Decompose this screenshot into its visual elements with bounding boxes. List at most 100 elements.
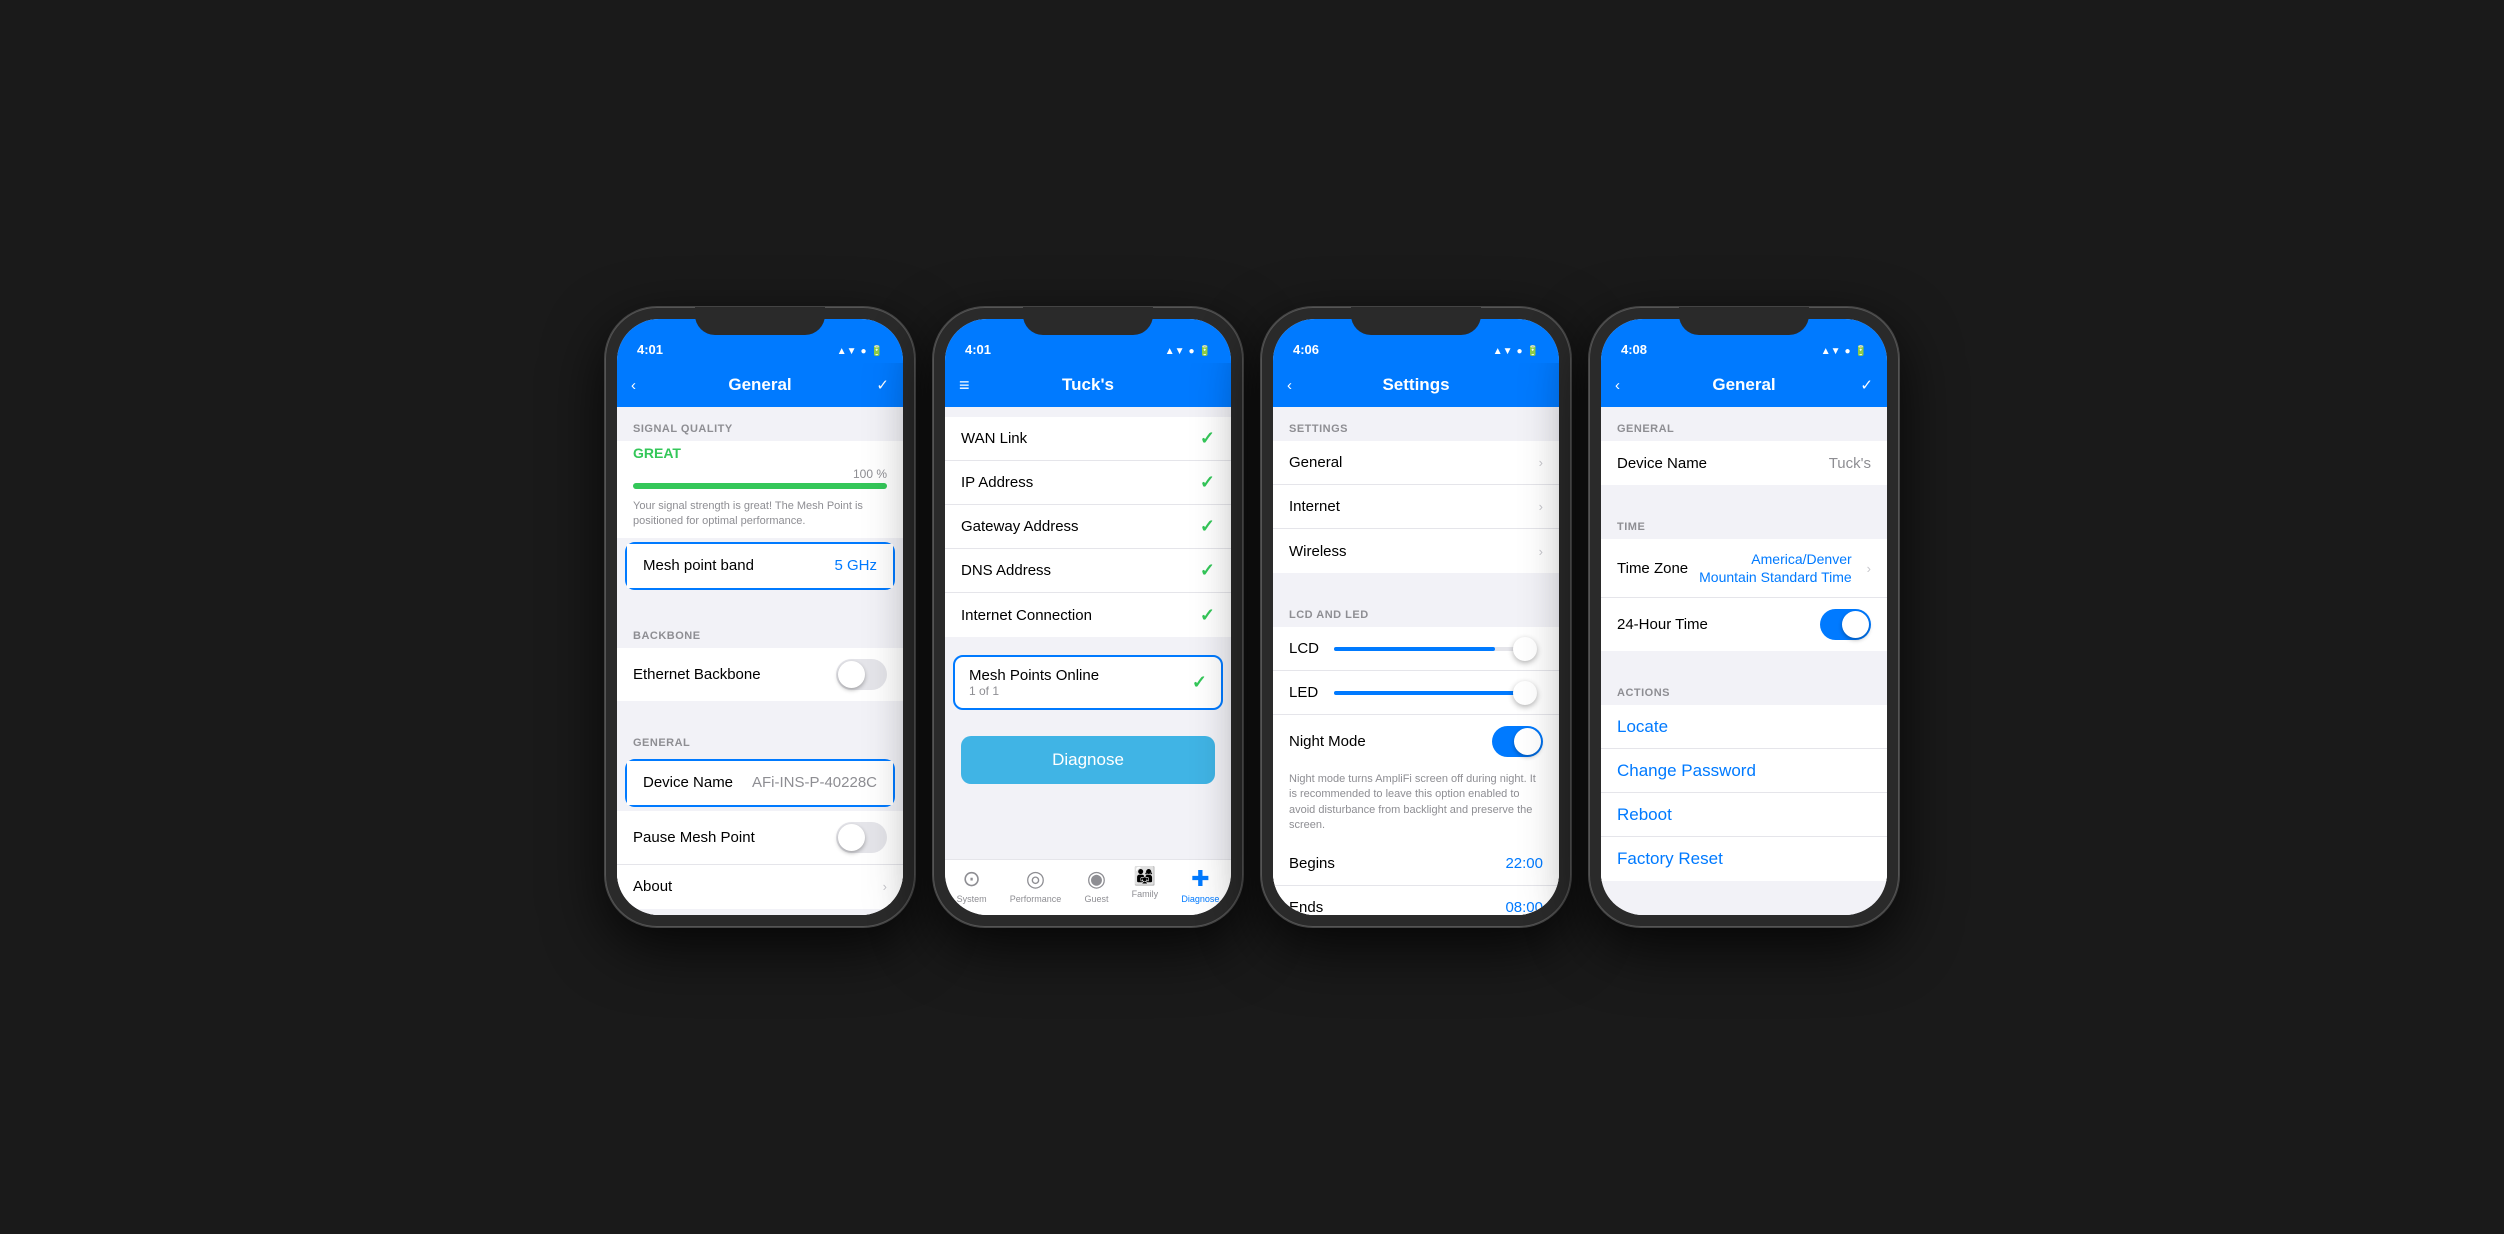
- ip-address-row[interactable]: IP Address ✓: [945, 461, 1231, 505]
- tab-diagnose[interactable]: ✚ Diagnose: [1181, 866, 1219, 904]
- settings-section-header: SETTINGS: [1273, 407, 1559, 441]
- status-time-3: 4:06: [1293, 342, 1319, 357]
- reboot-label: Reboot: [1617, 805, 1672, 825]
- lcd-slider[interactable]: [1334, 647, 1543, 651]
- dns-address-label: DNS Address: [961, 562, 1051, 579]
- progress-bar-track: [633, 483, 887, 489]
- nav-action-1[interactable]: ✓: [876, 376, 889, 394]
- gateway-address-row[interactable]: Gateway Address ✓: [945, 505, 1231, 549]
- internet-connection-row[interactable]: Internet Connection ✓: [945, 593, 1231, 637]
- tab-guest-label: Guest: [1084, 894, 1108, 904]
- internet-row-3[interactable]: Internet ›: [1273, 485, 1559, 529]
- tab-guest[interactable]: ◉ Guest: [1084, 866, 1108, 904]
- general-row-3[interactable]: General ›: [1273, 441, 1559, 485]
- about-chevron: ›: [883, 879, 887, 894]
- mesh-band-row[interactable]: Mesh point band 5 GHz: [627, 544, 893, 588]
- lcd-label-3: LCD: [1289, 640, 1334, 657]
- tab-diagnose-label: Diagnose: [1181, 894, 1219, 904]
- nav-title-2: Tuck's: [1062, 375, 1114, 395]
- phone-2: 4:01 ▲▼ ● 🔋 ≡ Tuck's WAN Link ✓: [933, 307, 1243, 927]
- tab-bar-2: ⊙ System ◎ Performance ◉ Guest 👨‍👩‍👧 Fam…: [945, 859, 1231, 915]
- phones-container: 4:01 ▲▼ ● 🔋 ‹ General ✓ SIGNAL QUALITY G: [605, 307, 1899, 927]
- signal-bars-3: ▲▼: [1493, 346, 1513, 357]
- lcd-thumb[interactable]: [1513, 637, 1537, 661]
- progress-container: 100 %: [617, 463, 903, 497]
- lcd-slider-row[interactable]: LCD: [1273, 627, 1559, 671]
- nav-bar-1: ‹ General ✓: [617, 363, 903, 407]
- tab-system-label: System: [957, 894, 987, 904]
- ethernet-toggle[interactable]: [836, 659, 887, 690]
- led-label-3: LED: [1289, 684, 1334, 701]
- nav-title-3: Settings: [1382, 375, 1449, 395]
- night-mode-row-3[interactable]: Night Mode: [1273, 715, 1559, 768]
- mesh-online-text: Mesh Points Online 1 of 1: [969, 667, 1099, 698]
- hour24-knob: [1842, 611, 1869, 638]
- actions-section-4: ACTIONS: [1601, 671, 1887, 705]
- diagnose-button[interactable]: Diagnose: [961, 736, 1215, 784]
- device-name-row-4[interactable]: Device Name Tuck's: [1601, 441, 1887, 485]
- ethernet-toggle-knob: [838, 661, 865, 688]
- gap-bot-2: [945, 714, 1231, 724]
- hour24-row[interactable]: 24-Hour Time: [1601, 598, 1887, 651]
- ends-row[interactable]: Ends 08:00: [1273, 886, 1559, 915]
- phone-3: 4:06 ▲▼ ● 🔋 ‹ Settings SETTINGS General: [1261, 307, 1571, 927]
- screen-1: 4:01 ▲▼ ● 🔋 ‹ General ✓ SIGNAL QUALITY G: [617, 319, 903, 915]
- notch-2: [1023, 307, 1153, 335]
- factory-reset-row[interactable]: Factory Reset: [1601, 837, 1887, 881]
- chevron-back-icon-3: ‹: [1287, 377, 1292, 394]
- tz-line1: America/Denver: [1699, 550, 1852, 568]
- time-zone-row[interactable]: Time Zone America/Denver Mountain Standa…: [1601, 539, 1887, 598]
- signal-desc: Your signal strength is great! The Mesh …: [617, 497, 903, 538]
- progress-label: 100 %: [633, 467, 887, 481]
- internet-chevron-3: ›: [1539, 499, 1543, 514]
- notch-1: [695, 307, 825, 335]
- hour24-toggle[interactable]: [1820, 609, 1871, 640]
- tab-performance[interactable]: ◎ Performance: [1010, 866, 1062, 904]
- mesh-online-check: ✓: [1192, 672, 1207, 693]
- menu-button-2[interactable]: ≡: [959, 375, 970, 396]
- family-icon: 👨‍👩‍👧: [1134, 866, 1156, 887]
- gap-1: [617, 594, 903, 614]
- tz-chevron: ›: [1867, 561, 1871, 576]
- tab-family[interactable]: 👨‍👩‍👧 Family: [1132, 866, 1159, 899]
- dns-address-check: ✓: [1200, 560, 1215, 581]
- backbone-group: Ethernet Backbone: [617, 648, 903, 701]
- status-time-1: 4:01: [637, 342, 663, 357]
- night-mode-knob-3: [1514, 728, 1541, 755]
- night-mode-toggle-3[interactable]: [1492, 726, 1543, 757]
- gateway-address-check: ✓: [1200, 516, 1215, 537]
- actions-group-4: Locate Change Password Reboot Factory Re…: [1601, 705, 1887, 881]
- led-slider-row-3[interactable]: LED: [1273, 671, 1559, 715]
- led-track-3: [1334, 691, 1535, 695]
- back-button-3[interactable]: ‹: [1287, 377, 1292, 394]
- tab-system[interactable]: ⊙ System: [957, 866, 987, 904]
- led-thumb-3[interactable]: [1513, 681, 1537, 705]
- system-icon: ⊙: [962, 866, 980, 892]
- wan-link-row[interactable]: WAN Link ✓: [945, 417, 1231, 461]
- screen-4: 4:08 ▲▼ ● 🔋 ‹ General ✓ GENERAL Device: [1601, 319, 1887, 915]
- nav-action-4[interactable]: ✓: [1860, 376, 1873, 394]
- ethernet-backbone-row[interactable]: Ethernet Backbone: [617, 648, 903, 701]
- led-slider-3[interactable]: [1334, 691, 1543, 695]
- locate-row[interactable]: Locate: [1601, 705, 1887, 749]
- wireless-row-3[interactable]: Wireless ›: [1273, 529, 1559, 573]
- gap-mid-2: [945, 637, 1231, 651]
- back-button-4[interactable]: ‹: [1615, 377, 1620, 394]
- internet-label-3: Internet: [1289, 498, 1340, 515]
- dns-address-row[interactable]: DNS Address ✓: [945, 549, 1231, 593]
- mesh-band-outline: Mesh point band 5 GHz: [625, 542, 895, 590]
- begins-row[interactable]: Begins 22:00: [1273, 842, 1559, 886]
- internet-connection-label: Internet Connection: [961, 607, 1092, 624]
- content-3: SETTINGS General › Internet › Wireless ›: [1273, 407, 1559, 915]
- nav-bar-3: ‹ Settings: [1273, 363, 1559, 407]
- tz-line2: Mountain Standard Time: [1699, 568, 1852, 586]
- change-password-row[interactable]: Change Password: [1601, 749, 1887, 793]
- pause-toggle[interactable]: [836, 822, 887, 853]
- about-row[interactable]: About ›: [617, 865, 903, 909]
- gateway-address-label: Gateway Address: [961, 518, 1079, 535]
- back-button-1[interactable]: ‹: [631, 377, 636, 394]
- device-name-row[interactable]: Device Name AFi-INS-P-40228C: [627, 761, 893, 805]
- reboot-row[interactable]: Reboot: [1601, 793, 1887, 837]
- content-2: WAN Link ✓ IP Address ✓ Gateway Address …: [945, 407, 1231, 859]
- pause-mesh-row[interactable]: Pause Mesh Point: [617, 811, 903, 865]
